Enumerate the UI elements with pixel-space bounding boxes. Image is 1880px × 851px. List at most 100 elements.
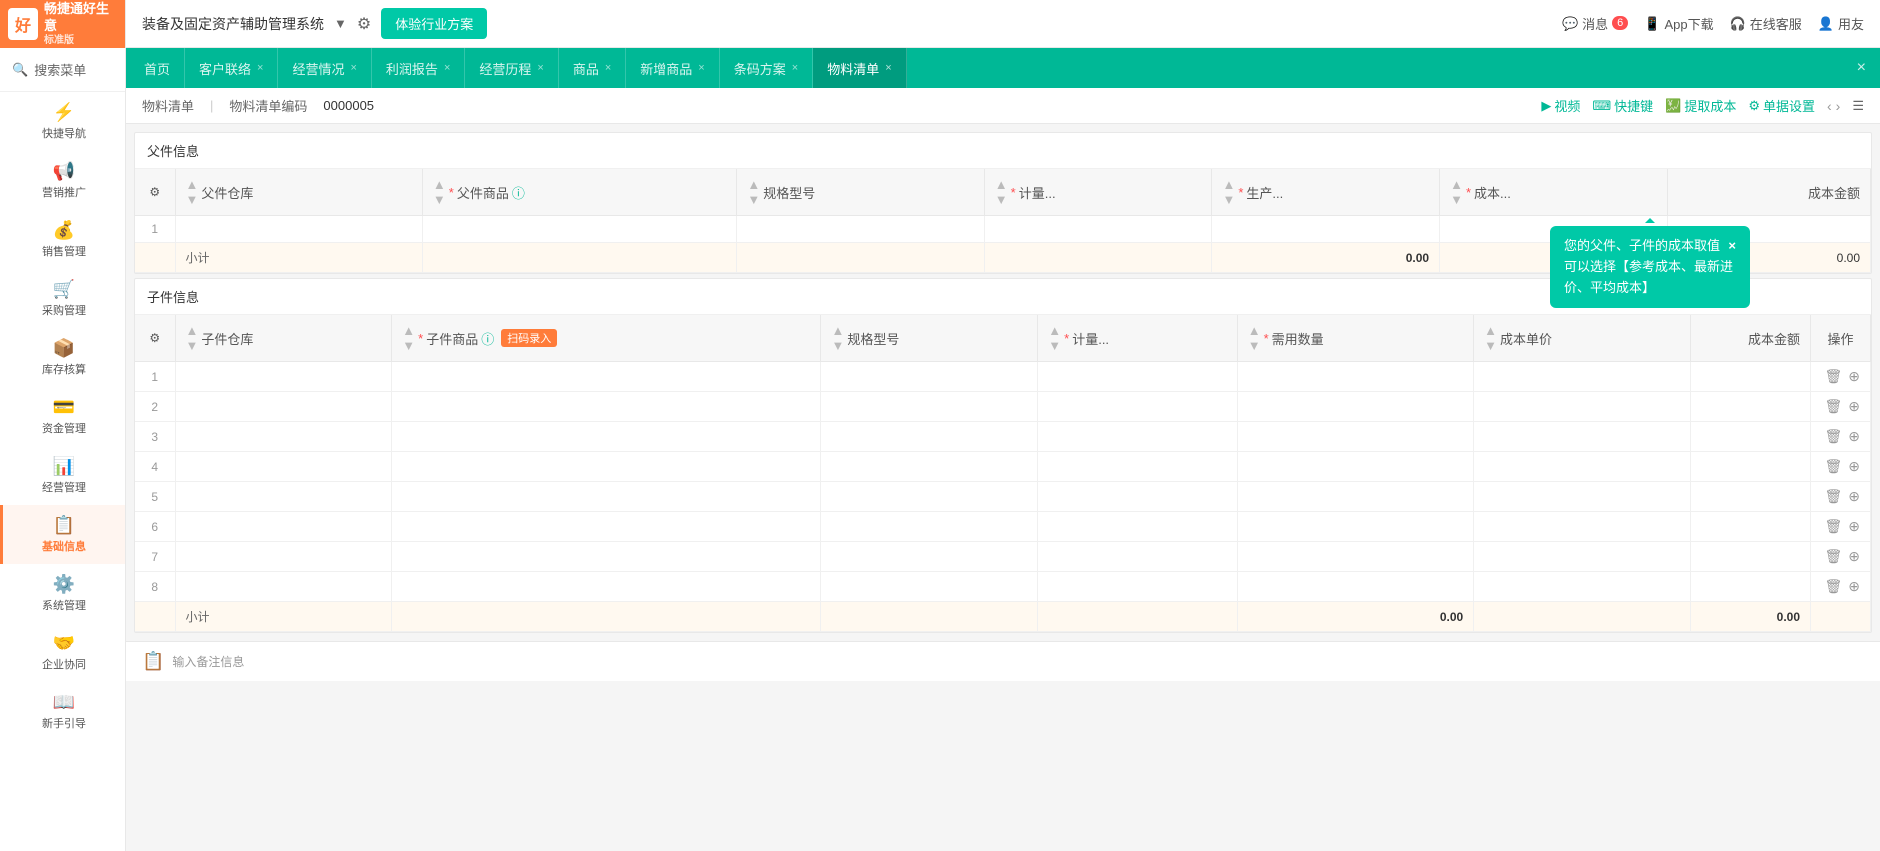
child-unit-1[interactable] xyxy=(1038,362,1237,392)
delete-icon-3[interactable]: 🗑 xyxy=(1824,428,1842,445)
tab-close-bom[interactable]: × xyxy=(885,62,891,74)
copy-icon-4[interactable]: ⊕ xyxy=(1848,458,1860,475)
th-parent-cost[interactable]: ▲▼ * 成本... xyxy=(1440,169,1668,216)
child-warehouse-1[interactable] xyxy=(175,362,392,392)
sidebar-item-inventory[interactable]: 📦 库存核算 xyxy=(0,328,125,387)
delete-icon-1[interactable]: 🗑 xyxy=(1824,368,1842,385)
child-unit-cost-7[interactable] xyxy=(1474,542,1691,572)
tab-new-product[interactable]: 新增商品 × xyxy=(626,48,719,88)
delete-icon-5[interactable]: 🗑 xyxy=(1824,488,1842,505)
th-child-unit[interactable]: ▲▼ * 计量... xyxy=(1038,315,1237,362)
parent-spec-1[interactable] xyxy=(737,216,984,243)
child-unit-3[interactable] xyxy=(1038,422,1237,452)
child-product-1[interactable] xyxy=(392,362,821,392)
child-qty-4[interactable] xyxy=(1237,452,1473,482)
th-child-spec[interactable]: ▲▼ 规格型号 xyxy=(821,315,1038,362)
sidebar-item-basicinfo[interactable]: 📋 基础信息 xyxy=(0,505,125,564)
sidebar-item-quicknav[interactable]: ⚡ 快捷导航 xyxy=(0,92,125,151)
child-unit-cost-2[interactable] xyxy=(1474,392,1691,422)
copy-icon-1[interactable]: ⊕ xyxy=(1848,368,1860,385)
th-settings-parent[interactable]: ⚙ xyxy=(135,169,175,216)
child-qty-3[interactable] xyxy=(1237,422,1473,452)
child-warehouse-3[interactable] xyxy=(175,422,392,452)
child-warehouse-6[interactable] xyxy=(175,512,392,542)
settings-icon[interactable]: ⚙ xyxy=(357,14,371,34)
tab-profit[interactable]: 利润报告 × xyxy=(372,48,465,88)
next-arrow[interactable]: › xyxy=(1836,98,1841,114)
child-qty-1[interactable] xyxy=(1237,362,1473,392)
video-action[interactable]: ▶ 视频 xyxy=(1541,96,1580,115)
copy-icon-7[interactable]: ⊕ xyxy=(1848,548,1860,565)
child-product-7[interactable] xyxy=(392,542,821,572)
child-spec-2[interactable] xyxy=(821,392,1038,422)
child-product-3[interactable] xyxy=(392,422,821,452)
search-menu-button[interactable]: 🔍 搜索菜单 xyxy=(8,56,117,83)
sidebar-item-enterprise[interactable]: 🤝 企业协同 xyxy=(0,623,125,682)
child-unit-6[interactable] xyxy=(1038,512,1237,542)
delete-icon-2[interactable]: 🗑 xyxy=(1824,398,1842,415)
system-dropdown[interactable]: ▼ xyxy=(334,16,347,31)
message-action[interactable]: 💬 消息 6 xyxy=(1562,14,1628,33)
child-unit-7[interactable] xyxy=(1038,542,1237,572)
copy-icon-3[interactable]: ⊕ xyxy=(1848,428,1860,445)
th-child-product[interactable]: ▲▼ * 子件商品 ⓘ 扫码录入 xyxy=(392,315,821,362)
child-unit-cost-4[interactable] xyxy=(1474,452,1691,482)
th-parent-unit[interactable]: ▲▼ * 计量... xyxy=(984,169,1212,216)
parent-product-1[interactable] xyxy=(422,216,736,243)
sidebar-item-system[interactable]: ⚙️ 系统管理 xyxy=(0,564,125,623)
sidebar-item-guide[interactable]: 📖 新手引导 xyxy=(0,682,125,741)
child-spec-5[interactable] xyxy=(821,482,1038,512)
child-warehouse-8[interactable] xyxy=(175,572,392,602)
child-spec-8[interactable] xyxy=(821,572,1038,602)
prev-arrow[interactable]: ‹ xyxy=(1827,98,1832,114)
sidebar-item-finance[interactable]: 💳 资金管理 xyxy=(0,387,125,446)
list-view-icon[interactable]: ☰ xyxy=(1852,98,1864,114)
close-all-tabs[interactable]: × xyxy=(1847,59,1876,77)
sidebar-item-marketing[interactable]: 📢 营销推广 xyxy=(0,151,125,210)
tab-products[interactable]: 商品 × xyxy=(559,48,626,88)
tab-bom[interactable]: 物料清单 × xyxy=(813,48,906,88)
tab-close-operations[interactable]: × xyxy=(350,62,356,74)
tab-close-new-product[interactable]: × xyxy=(698,62,704,74)
child-qty-8[interactable] xyxy=(1237,572,1473,602)
copy-icon-2[interactable]: ⊕ xyxy=(1848,398,1860,415)
tab-close-customers[interactable]: × xyxy=(257,62,263,74)
child-unit-2[interactable] xyxy=(1038,392,1237,422)
cost-action[interactable]: 💹 提取成本 xyxy=(1665,96,1736,115)
tab-close-profit[interactable]: × xyxy=(444,62,450,74)
child-product-6[interactable] xyxy=(392,512,821,542)
th-parent-warehouse[interactable]: ▲▼ 父件仓库 xyxy=(175,169,422,216)
trial-button[interactable]: 体验行业方案 xyxy=(381,8,487,39)
child-product-5[interactable] xyxy=(392,482,821,512)
child-unit-4[interactable] xyxy=(1038,452,1237,482)
tab-history[interactable]: 经营历程 × xyxy=(465,48,558,88)
doc-settings-action[interactable]: ⚙ 单据设置 xyxy=(1748,96,1815,115)
child-spec-6[interactable] xyxy=(821,512,1038,542)
child-product-8[interactable] xyxy=(392,572,821,602)
sidebar-item-operations[interactable]: 📊 经营管理 xyxy=(0,446,125,505)
child-spec-3[interactable] xyxy=(821,422,1038,452)
copy-icon-6[interactable]: ⊕ xyxy=(1848,518,1860,535)
tab-operations[interactable]: 经营情况 × xyxy=(278,48,371,88)
th-settings-child[interactable]: ⚙ xyxy=(135,315,175,362)
child-unit-8[interactable] xyxy=(1038,572,1237,602)
shortcut-action[interactable]: ⌨ 快捷键 xyxy=(1592,96,1653,115)
sidebar-item-purchase[interactable]: 🛒 采购管理 xyxy=(0,269,125,328)
sidebar-item-sales[interactable]: 💰 销售管理 xyxy=(0,210,125,269)
th-child-warehouse[interactable]: ▲▼ 子件仓库 xyxy=(175,315,392,362)
child-warehouse-7[interactable] xyxy=(175,542,392,572)
online-service-action[interactable]: 🎧 在线客服 xyxy=(1730,14,1802,33)
tab-close-products[interactable]: × xyxy=(605,62,611,74)
tab-close-history[interactable]: × xyxy=(537,62,543,74)
parent-warehouse-1[interactable] xyxy=(175,216,422,243)
delete-icon-6[interactable]: 🗑 xyxy=(1824,518,1842,535)
delete-icon-8[interactable]: 🗑 xyxy=(1824,578,1842,595)
tab-customers[interactable]: 客户联络 × xyxy=(185,48,278,88)
child-unit-5[interactable] xyxy=(1038,482,1237,512)
child-unit-cost-5[interactable] xyxy=(1474,482,1691,512)
tab-close-barcode[interactable]: × xyxy=(792,62,798,74)
child-unit-cost-8[interactable] xyxy=(1474,572,1691,602)
parent-production-1[interactable] xyxy=(1212,216,1440,243)
copy-icon-5[interactable]: ⊕ xyxy=(1848,488,1860,505)
tab-barcode[interactable]: 条码方案 × xyxy=(720,48,813,88)
